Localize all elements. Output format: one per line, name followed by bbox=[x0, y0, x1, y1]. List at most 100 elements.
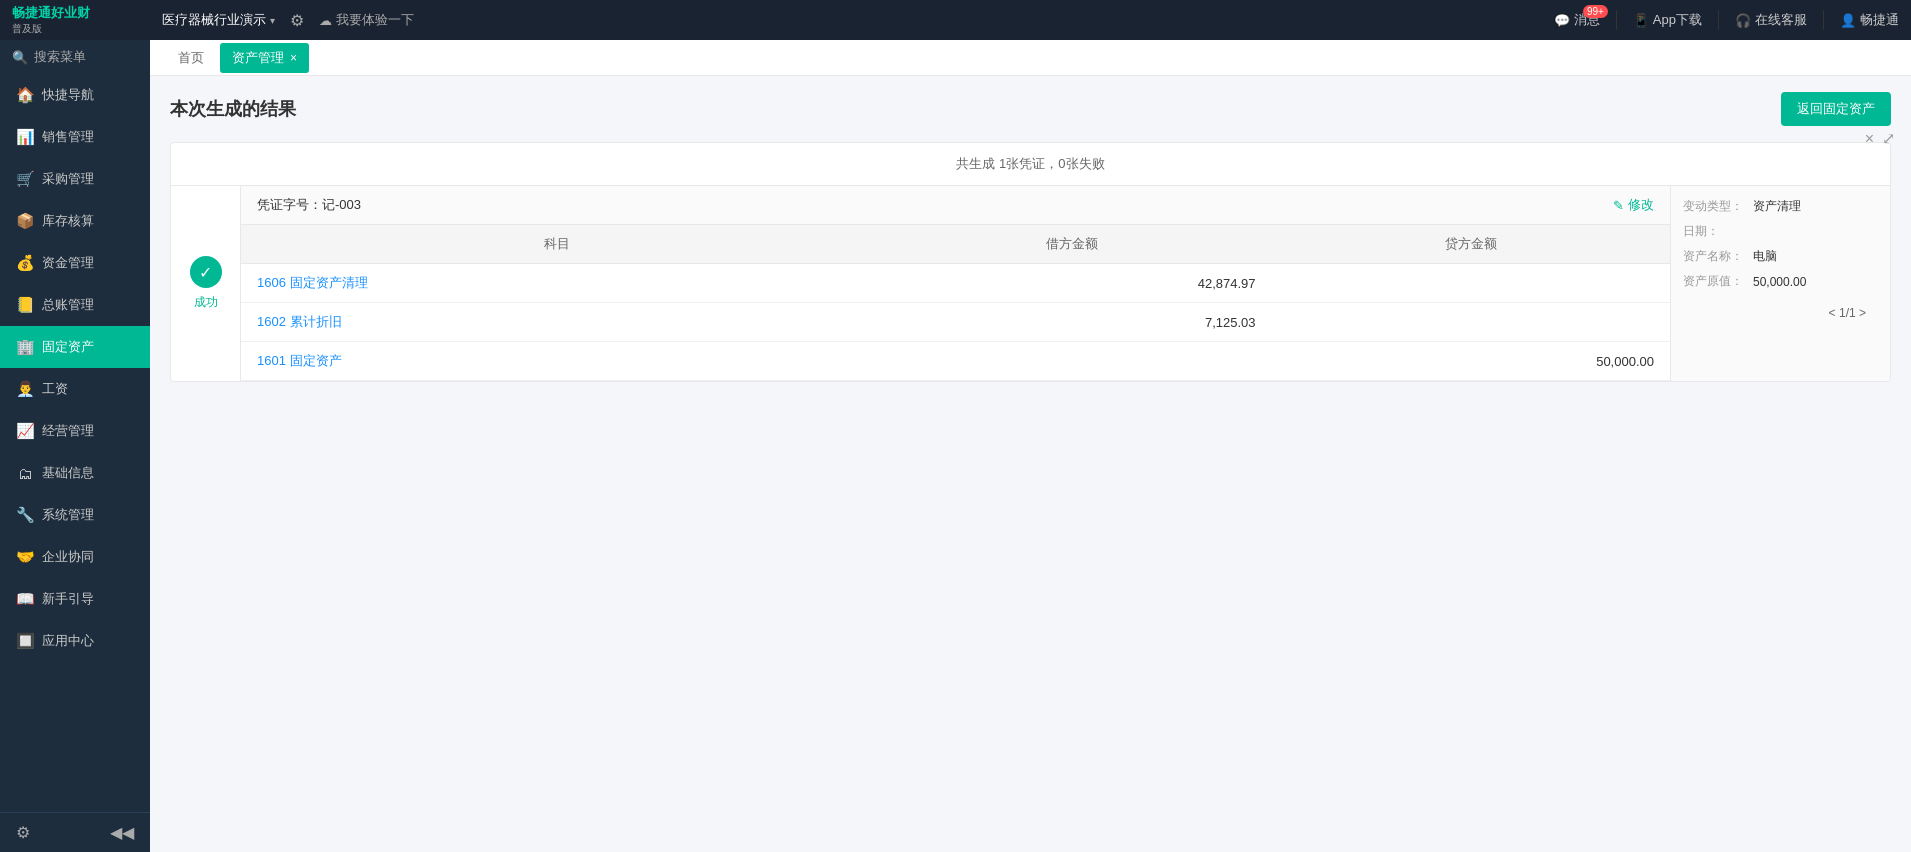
sidebar-search-label: 搜索菜单 bbox=[34, 48, 86, 66]
payroll-icon: 👨‍💼 bbox=[16, 380, 34, 398]
cloud-icon: ☁ bbox=[319, 13, 332, 28]
message-icon: 💬 bbox=[1554, 13, 1570, 28]
tab-asset-mgmt[interactable]: 资产管理 × bbox=[220, 43, 309, 73]
avatar-icon: 👤 bbox=[1840, 13, 1856, 28]
sidebar-item-label: 企业协同 bbox=[42, 548, 94, 566]
table-row: 1606 固定资产清理 42,874.97 bbox=[241, 264, 1670, 303]
sidebar-settings-icon[interactable]: ⚙ bbox=[16, 823, 30, 842]
edit-label: 修改 bbox=[1628, 196, 1654, 214]
message-item[interactable]: 💬 消息 99+ bbox=[1554, 11, 1600, 29]
sidebar-bottom: ⚙ ◀◀ bbox=[0, 812, 150, 852]
sidebar-item-label: 新手引导 bbox=[42, 590, 94, 608]
sidebar-item-inventory[interactable]: 📦 库存核算 bbox=[0, 200, 150, 242]
page-content: × ⤢ 本次生成的结果 返回固定资产 共生成 1张凭证，0张失败 ✓ bbox=[150, 76, 1911, 852]
ledger-icon: 📒 bbox=[16, 296, 34, 314]
search-icon: 🔍 bbox=[12, 50, 28, 65]
purchase-icon: 🛒 bbox=[16, 170, 34, 188]
company-selector[interactable]: 医疗器械行业演示 ▾ bbox=[162, 11, 275, 29]
success-text: 成功 bbox=[194, 294, 218, 311]
success-indicator: ✓ 成功 bbox=[171, 186, 241, 381]
app-download-item[interactable]: 📱 App下载 bbox=[1633, 11, 1702, 29]
info-label-type: 变动类型： bbox=[1683, 198, 1753, 215]
headphone-icon: 🎧 bbox=[1735, 13, 1751, 28]
sidebar-item-payroll[interactable]: 👨‍💼 工资 bbox=[0, 368, 150, 410]
success-cell: ✓ 成功 bbox=[170, 236, 242, 331]
sidebar-item-base-info[interactable]: 🗂 基础信息 bbox=[0, 452, 150, 494]
result-panel: 共生成 1张凭证，0张失败 ✓ 成功 bbox=[170, 142, 1891, 382]
col-debit: 借方金额 bbox=[873, 225, 1271, 264]
table-row: 1601 固定资产 50,000.00 bbox=[241, 342, 1670, 381]
edit-button[interactable]: ✎ 修改 bbox=[1613, 196, 1654, 214]
page-title: 本次生成的结果 bbox=[170, 97, 296, 121]
prev-page-icon[interactable]: < bbox=[1829, 306, 1836, 320]
sidebar-item-search[interactable]: 🔍 搜索菜单 bbox=[0, 40, 150, 74]
tab-home[interactable]: 首页 bbox=[166, 43, 216, 73]
info-row-asset-value: 资产原值： 50,000.00 bbox=[1683, 273, 1878, 290]
sidebar-item-ledger[interactable]: 📒 总账管理 bbox=[0, 284, 150, 326]
inventory-icon: 📦 bbox=[16, 212, 34, 230]
sidebar-item-quick-nav[interactable]: 🏠 快捷导航 bbox=[0, 74, 150, 116]
sidebar-item-label: 快捷导航 bbox=[42, 86, 94, 104]
content-area: 首页 资产管理 × × ⤢ 本次生成的结果 返回固定资产 共生成 1张凭证，0张… bbox=[150, 40, 1911, 852]
customer-service-item[interactable]: 🎧 在线客服 bbox=[1735, 11, 1807, 29]
info-row-date: 日期： bbox=[1683, 223, 1878, 240]
mobile-icon: 📱 bbox=[1633, 13, 1649, 28]
info-value-asset-name: 电脑 bbox=[1753, 248, 1777, 265]
credit-cell-3: 50,000.00 bbox=[1272, 342, 1670, 381]
voucher-header: 凭证字号：记-003 ✎ 修改 bbox=[241, 186, 1670, 225]
tab-asset-mgmt-label: 资产管理 bbox=[232, 49, 284, 67]
app-download-label: App下载 bbox=[1653, 11, 1702, 29]
sidebar-item-fixed-assets[interactable]: 🏢 固定资产 bbox=[0, 326, 150, 368]
settings-icon[interactable]: ⚙ bbox=[283, 6, 311, 34]
return-button[interactable]: 返回固定资产 bbox=[1781, 92, 1891, 126]
page-header: 本次生成的结果 返回固定资产 bbox=[170, 92, 1891, 126]
sidebar-item-operations[interactable]: 📈 经营管理 bbox=[0, 410, 150, 452]
user-item[interactable]: 👤 畅捷通 bbox=[1840, 11, 1899, 29]
guide-icon: 📖 bbox=[16, 590, 34, 608]
result-summary: 共生成 1张凭证，0张失败 bbox=[171, 143, 1890, 186]
sidebar-scroll: 🔍 搜索菜单 🏠 快捷导航 📊 销售管理 🛒 采购管理 📦 库存核算 💰 bbox=[0, 40, 150, 812]
close-window-icon[interactable]: × bbox=[1865, 131, 1874, 147]
sidebar-item-label: 总账管理 bbox=[42, 296, 94, 314]
sidebar-item-label: 经营管理 bbox=[42, 422, 94, 440]
sidebar-item-label: 库存核算 bbox=[42, 212, 94, 230]
experience-button[interactable]: ☁ 我要体验一下 bbox=[319, 11, 414, 29]
window-controls: × ⤢ bbox=[1865, 131, 1895, 147]
tab-close-icon[interactable]: × bbox=[290, 51, 297, 65]
next-page-icon[interactable]: > bbox=[1859, 306, 1866, 320]
username-label: 畅捷通 bbox=[1860, 11, 1899, 29]
sidebar-collapse-icon[interactable]: ◀◀ bbox=[110, 823, 134, 842]
info-panel: 变动类型： 资产清理 日期： 资产名称： 电脑 资产原值： bbox=[1670, 186, 1890, 381]
credit-cell-1 bbox=[1272, 264, 1670, 303]
main-layout: 🔍 搜索菜单 🏠 快捷导航 📊 销售管理 🛒 采购管理 📦 库存核算 💰 bbox=[0, 40, 1911, 852]
sidebar-item-app-center[interactable]: 🔲 应用中心 bbox=[0, 620, 150, 662]
message-badge: 99+ bbox=[1583, 5, 1608, 18]
sidebar-item-purchase[interactable]: 🛒 采购管理 bbox=[0, 158, 150, 200]
maximize-window-icon[interactable]: ⤢ bbox=[1882, 131, 1895, 147]
system-icon: 🔧 bbox=[16, 506, 34, 524]
base-info-icon: 🗂 bbox=[16, 465, 34, 482]
customer-service-label: 在线客服 bbox=[1755, 11, 1807, 29]
sidebar-item-guide[interactable]: 📖 新手引导 bbox=[0, 578, 150, 620]
divider2 bbox=[1718, 10, 1719, 30]
funds-icon: 💰 bbox=[16, 254, 34, 272]
logo-main: 畅捷通好业财 bbox=[12, 4, 162, 22]
sidebar: 🔍 搜索菜单 🏠 快捷导航 📊 销售管理 🛒 采购管理 📦 库存核算 💰 bbox=[0, 40, 150, 852]
info-label-asset-value: 资产原值： bbox=[1683, 273, 1753, 290]
page-info: 1/1 bbox=[1839, 306, 1859, 320]
sidebar-item-system[interactable]: 🔧 系统管理 bbox=[0, 494, 150, 536]
company-name: 医疗器械行业演示 bbox=[162, 11, 266, 29]
info-value-asset-value: 50,000.00 bbox=[1753, 275, 1806, 289]
fixed-assets-icon: 🏢 bbox=[16, 338, 34, 356]
info-label-date: 日期： bbox=[1683, 223, 1753, 240]
sidebar-item-funds[interactable]: 💰 资金管理 bbox=[0, 242, 150, 284]
app-center-icon: 🔲 bbox=[16, 632, 34, 650]
home-icon: 🏠 bbox=[16, 86, 34, 104]
debit-cell-3 bbox=[873, 342, 1271, 381]
sidebar-item-enterprise[interactable]: 🤝 企业协同 bbox=[0, 536, 150, 578]
divider bbox=[1616, 10, 1617, 30]
col-subject: 科目 bbox=[241, 225, 873, 264]
sidebar-item-label: 资金管理 bbox=[42, 254, 94, 272]
debit-cell-1: 42,874.97 bbox=[873, 264, 1271, 303]
sidebar-item-sales[interactable]: 📊 销售管理 bbox=[0, 116, 150, 158]
